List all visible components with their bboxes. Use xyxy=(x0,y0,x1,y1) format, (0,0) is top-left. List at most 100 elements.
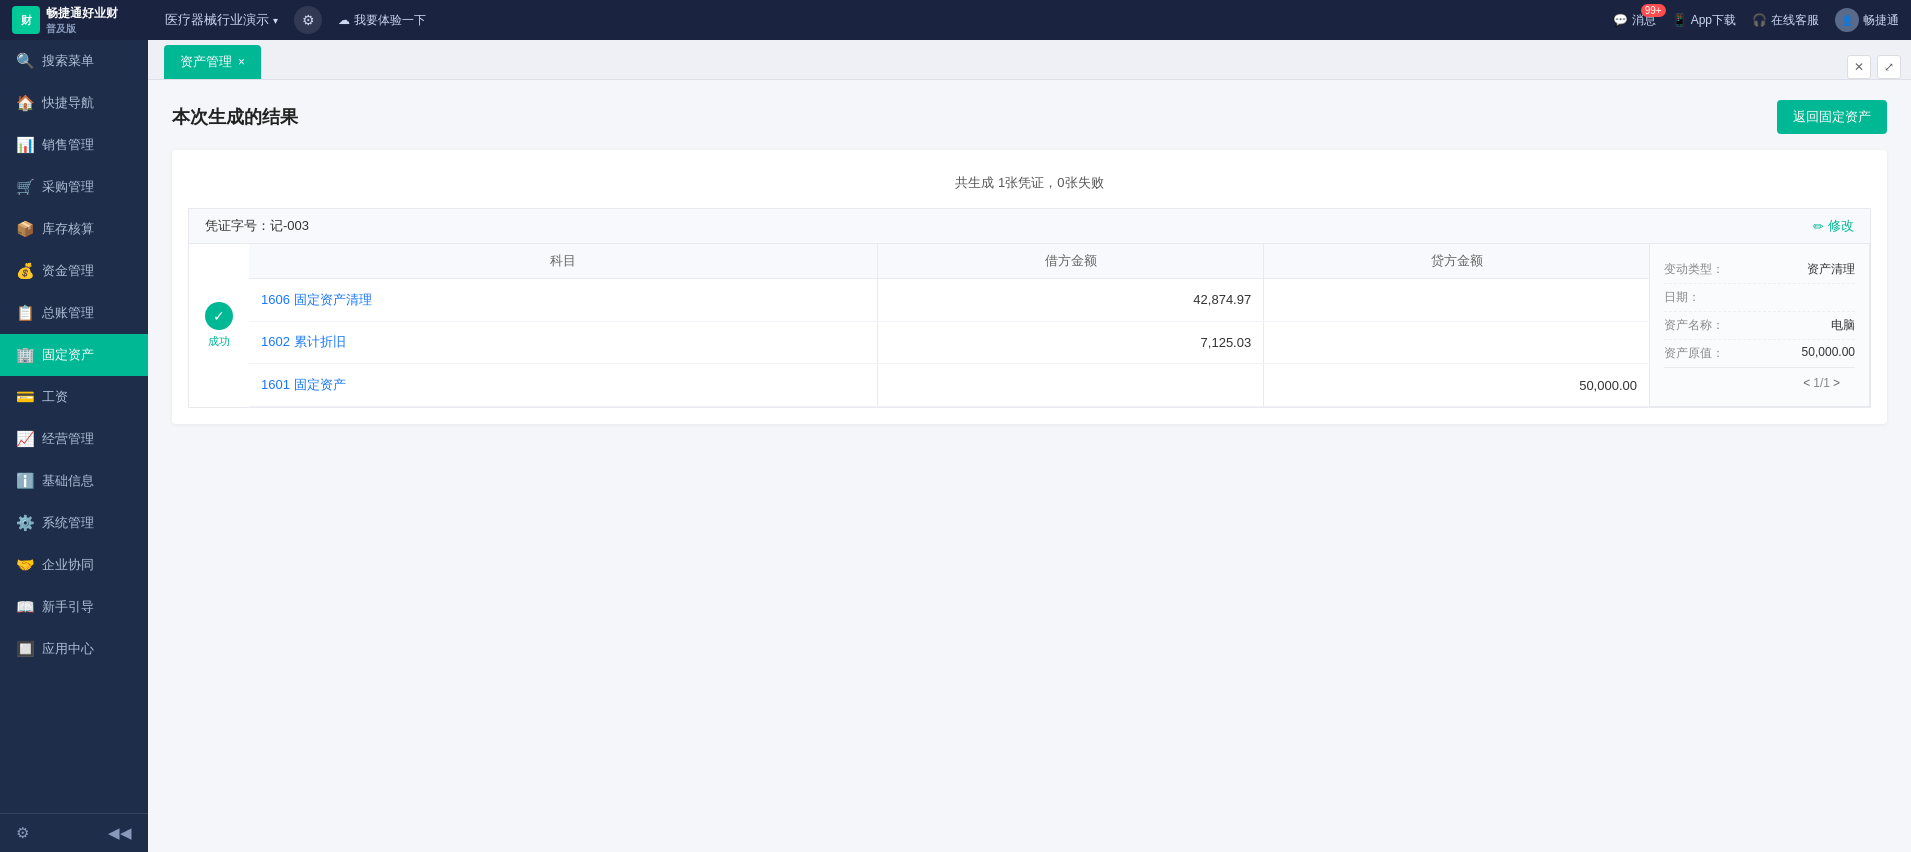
app-download-label: App下载 xyxy=(1691,12,1736,29)
sidebar-label-payroll: 工资 xyxy=(42,388,132,406)
side-info-row: 资产名称： 电脑 xyxy=(1664,312,1855,340)
sidebar-item-app-center[interactable]: 🔲 应用中心 xyxy=(0,628,148,670)
sidebar-label-search: 搜索菜单 xyxy=(42,52,132,70)
next-page-icon[interactable]: > xyxy=(1833,376,1840,390)
side-label-1: 日期： xyxy=(1664,289,1700,306)
sidebar-icon-fixed-assets: 🏢 xyxy=(16,346,34,364)
side-label-3: 资产原值： xyxy=(1664,345,1724,362)
settings-icon[interactable]: ⚙ xyxy=(294,6,322,34)
message-button[interactable]: 💬 消息 99+ xyxy=(1613,12,1656,29)
table-row: 1602 累计折旧 7,125.03 xyxy=(249,321,1650,364)
sidebar-item-payroll[interactable]: 💳 工资 xyxy=(0,376,148,418)
sidebar-icon-system: ⚙️ xyxy=(16,514,34,532)
collapse-icon[interactable]: ◀◀ xyxy=(108,824,132,842)
avatar: 👤 xyxy=(1835,8,1859,32)
message-badge: 99+ xyxy=(1641,4,1666,17)
sidebar-icon-purchase: 🛒 xyxy=(16,178,34,196)
user-name: 畅捷通 xyxy=(1863,12,1899,29)
sidebar-item-enterprise[interactable]: 🤝 企业协同 xyxy=(0,544,148,586)
table-row: 1606 固定资产清理 42,874.97 xyxy=(249,279,1650,322)
sidebar-item-system[interactable]: ⚙️ 系统管理 xyxy=(0,502,148,544)
side-info-row: 资产原值： 50,000.00 xyxy=(1664,340,1855,367)
tab-bar: 首页资产管理 × xyxy=(148,40,1911,80)
cell-debit-1: 7,125.03 xyxy=(878,321,1264,364)
company-selector[interactable]: 医疗器械行业演示 ▾ xyxy=(157,7,286,33)
cell-credit-1 xyxy=(1264,321,1650,364)
cell-subject-1: 1602 累计折旧 xyxy=(249,321,878,364)
sidebar-item-purchase[interactable]: 🛒 采购管理 xyxy=(0,166,148,208)
side-value-3: 50,000.00 xyxy=(1802,345,1855,362)
prev-page-icon[interactable]: < xyxy=(1803,376,1810,390)
expand-button[interactable]: ⤢ xyxy=(1877,55,1901,79)
tab-close-asset-management[interactable]: × xyxy=(238,55,245,69)
edit-icon: ✏ xyxy=(1813,219,1824,234)
customer-service-label: 在线客服 xyxy=(1771,12,1819,29)
sidebar-label-fixed-assets: 固定资产 xyxy=(42,346,132,364)
sidebar-icon-search: 🔍 xyxy=(16,52,34,70)
cell-debit-2 xyxy=(878,364,1264,407)
app-name: 畅捷通好业财 xyxy=(46,5,118,22)
experience-label: 我要体验一下 xyxy=(354,12,426,29)
close-button[interactable]: ✕ xyxy=(1847,55,1871,79)
page-info: 1/1 xyxy=(1813,376,1830,390)
sidebar-item-quick-nav[interactable]: 🏠 快捷导航 xyxy=(0,82,148,124)
sidebar-label-basic-info: 基础信息 xyxy=(42,472,132,490)
settings-bottom-icon[interactable]: ⚙ xyxy=(16,824,29,842)
side-label-0: 变动类型： xyxy=(1664,261,1724,278)
phone-icon: 📱 xyxy=(1672,13,1687,27)
side-info-rows: 变动类型： 资产清理 日期： 资产名称： 电脑 资产原值： 50,000.00 xyxy=(1664,256,1855,367)
app-version: 普及版 xyxy=(46,22,118,36)
cell-subject-0: 1606 固定资产清理 xyxy=(249,279,878,322)
sidebar-label-sales: 销售管理 xyxy=(42,136,132,154)
sidebar-item-basic-info[interactable]: ℹ️ 基础信息 xyxy=(0,460,148,502)
side-value-0: 资产清理 xyxy=(1807,261,1855,278)
tab-asset-management[interactable]: 资产管理 × xyxy=(164,45,261,79)
voucher-table: 科目 借方金额 贷方金额 1606 固定资产清理 42,874.97 1602 … xyxy=(249,244,1650,407)
sidebar-item-search[interactable]: 🔍 搜索菜单 xyxy=(0,40,148,82)
col-subject: 科目 xyxy=(249,244,878,279)
sidebar-label-enterprise: 企业协同 xyxy=(42,556,132,574)
page-header: 本次生成的结果 返回固定资产 xyxy=(172,100,1887,134)
sidebar-item-ledger[interactable]: 📋 总账管理 xyxy=(0,292,148,334)
sidebar-item-inventory[interactable]: 📦 库存核算 xyxy=(0,208,148,250)
sidebar-item-fixed-assets[interactable]: 🏢 固定资产 xyxy=(0,334,148,376)
sidebar-item-operations[interactable]: 📈 经营管理 xyxy=(0,418,148,460)
logo-area: 财 畅捷通好业财 普及版 xyxy=(12,5,157,36)
message-icon: 💬 xyxy=(1613,13,1628,27)
sidebar-label-quick-nav: 快捷导航 xyxy=(42,94,132,112)
return-button[interactable]: 返回固定资产 xyxy=(1777,100,1887,134)
result-card: 共生成 1张凭证，0张失败 凭证字号：记-003 ✏ 修改 ✓ xyxy=(172,150,1887,424)
sidebar-icon-ledger: 📋 xyxy=(16,304,34,322)
side-value-2: 电脑 xyxy=(1831,317,1855,334)
sidebar-item-sales[interactable]: 📊 销售管理 xyxy=(0,124,148,166)
page-content: 本次生成的结果 返回固定资产 共生成 1张凭证，0张失败 凭证字号：记-003 … xyxy=(148,80,1911,852)
sidebar-label-ledger: 总账管理 xyxy=(42,304,132,322)
sidebar-item-fund[interactable]: 💰 资金管理 xyxy=(0,250,148,292)
experience-icon: ☁ xyxy=(338,13,350,27)
edit-button[interactable]: ✏ 修改 xyxy=(1813,217,1854,235)
sidebar-icon-inventory: 📦 xyxy=(16,220,34,238)
cell-subject-2: 1601 固定资产 xyxy=(249,364,878,407)
chevron-down-icon: ▾ xyxy=(273,15,278,26)
side-pagination: < 1/1 > xyxy=(1664,367,1855,394)
cell-debit-0: 42,874.97 xyxy=(878,279,1264,322)
headset-icon: 🎧 xyxy=(1752,13,1767,27)
user-area[interactable]: 👤 畅捷通 xyxy=(1835,8,1899,32)
cell-credit-2: 50,000.00 xyxy=(1264,364,1650,407)
window-controls: ✕ ⤢ xyxy=(1847,55,1901,79)
sidebar-nav: 🔍 搜索菜单 🏠 快捷导航 📊 销售管理 🛒 采购管理 📦 库存核算 💰 资金管… xyxy=(0,40,148,670)
success-text: 成功 xyxy=(208,334,230,349)
sidebar-icon-app-center: 🔲 xyxy=(16,640,34,658)
sidebar-icon-quick-nav: 🏠 xyxy=(16,94,34,112)
customer-service-button[interactable]: 🎧 在线客服 xyxy=(1752,12,1819,29)
sidebar-bottom: ⚙ ◀◀ xyxy=(0,813,148,852)
side-info-panel: 变动类型： 资产清理 日期： 资产名称： 电脑 资产原值： 50,000.00 … xyxy=(1650,244,1870,407)
nav-bar: 医疗器械行业演示 ▾ ⚙ ☁ 我要体验一下 xyxy=(157,6,1613,34)
voucher-number: 凭证字号：记-003 xyxy=(205,217,309,235)
experience-button[interactable]: ☁ 我要体验一下 xyxy=(330,8,434,33)
col-credit: 贷方金额 xyxy=(1264,244,1650,279)
app-download-button[interactable]: 📱 App下载 xyxy=(1672,12,1736,29)
top-header: 财 畅捷通好业财 普及版 医疗器械行业演示 ▾ ⚙ ☁ 我要体验一下 💬 消息 … xyxy=(0,0,1911,40)
voucher-table-wrap: ✓ 成功 科目 借方金额 贷方金额 xyxy=(188,244,1871,408)
sidebar-item-guide[interactable]: 📖 新手引导 xyxy=(0,586,148,628)
